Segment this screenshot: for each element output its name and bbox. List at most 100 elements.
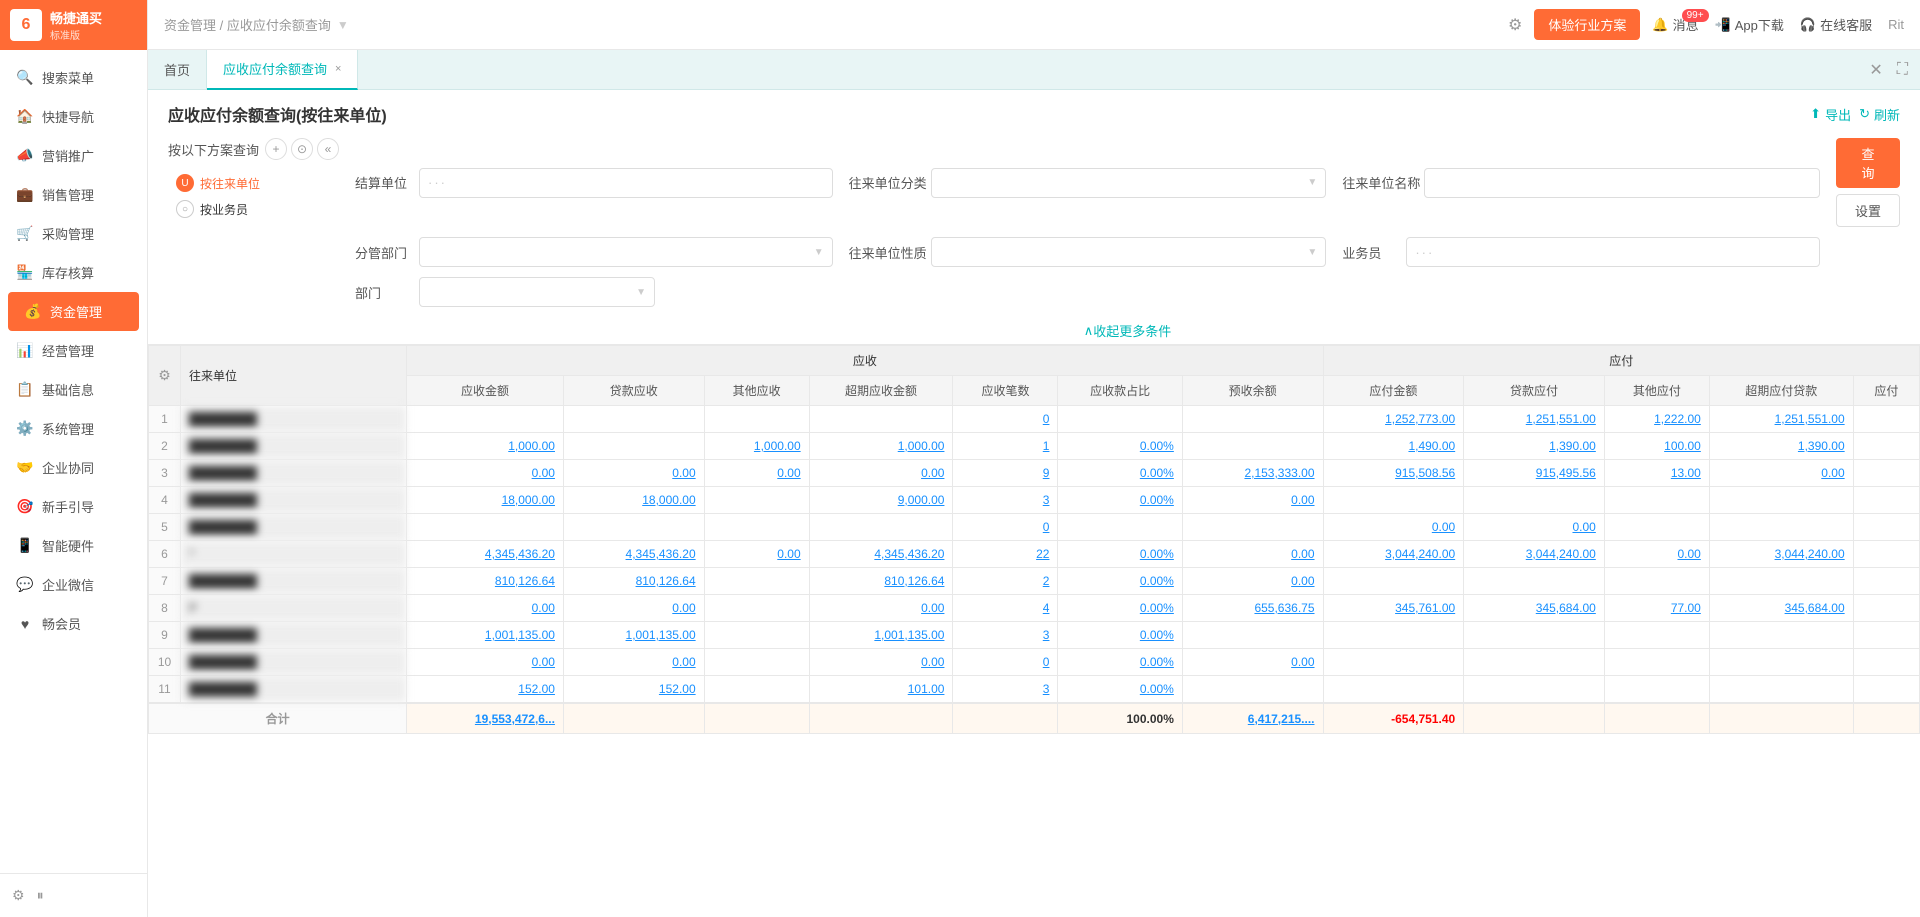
- cell-pay_overdue[interactable]: 1,390.00: [1709, 433, 1853, 460]
- cell-rec_amount[interactable]: 152.00: [407, 676, 564, 704]
- cell-pay_amount[interactable]: 1,490.00: [1323, 433, 1464, 460]
- cell-rec_other[interactable]: 0.00: [704, 460, 809, 487]
- cell-rec_amount[interactable]: 0.00: [407, 595, 564, 622]
- dept-input[interactable]: ▼: [419, 277, 655, 307]
- topbar-gear-icon[interactable]: ⚙: [1508, 15, 1522, 35]
- footer-rec-advance[interactable]: 6,417,215....: [1182, 703, 1323, 734]
- sidebar-item-guide[interactable]: 🎯 新手引导: [0, 487, 147, 526]
- tab-close-icon[interactable]: ×: [335, 63, 341, 75]
- partner-nature-input[interactable]: ▼: [931, 237, 1327, 267]
- cell-pay_amount[interactable]: 345,761.00: [1323, 595, 1464, 622]
- add-scheme-button[interactable]: +: [265, 138, 287, 160]
- cell-rec_other[interactable]: 0.00: [704, 541, 809, 568]
- cell-pay_amount[interactable]: 0.00: [1323, 514, 1464, 541]
- cell-pay_loan[interactable]: 3,044,240.00: [1464, 541, 1605, 568]
- sidebar-item-inventory[interactable]: 🏪 库存核算: [0, 253, 147, 292]
- cell-rec_loan[interactable]: 4,345,436.20: [563, 541, 704, 568]
- cell-rec_ratio[interactable]: 0.00%: [1058, 595, 1182, 622]
- cell-rec_count[interactable]: 0: [953, 406, 1058, 433]
- settlement-input[interactable]: ···: [419, 168, 833, 198]
- cell-rec_other[interactable]: 1,000.00: [704, 433, 809, 460]
- cell-pay_loan[interactable]: 345,684.00: [1464, 595, 1605, 622]
- cell-rec_ratio[interactable]: 0.00%: [1058, 460, 1182, 487]
- cell-pay_loan[interactable]: 1,251,551.00: [1464, 406, 1605, 433]
- settings-button[interactable]: 设置: [1836, 194, 1900, 227]
- app-download-button[interactable]: 📲 App下载: [1715, 15, 1784, 34]
- cell-pay_overdue[interactable]: 1,251,551.00: [1709, 406, 1853, 433]
- cell-rec_count[interactable]: 3: [953, 622, 1058, 649]
- export-button[interactable]: ⬆ 导出: [1810, 105, 1851, 124]
- settings-bottom-icon[interactable]: ⚙: [12, 887, 25, 904]
- cell-pay_amount[interactable]: 1,252,773.00: [1323, 406, 1464, 433]
- cell-rec_ratio[interactable]: 0.00%: [1058, 568, 1182, 595]
- cell-rec_advance[interactable]: 655,636.75: [1182, 595, 1323, 622]
- cell-rec_count[interactable]: 0: [953, 514, 1058, 541]
- cell-rec_advance[interactable]: 2,153,333.00: [1182, 460, 1323, 487]
- sidebar-item-system[interactable]: ⚙️ 系统管理: [0, 409, 147, 448]
- cell-rec_amount[interactable]: 0.00: [407, 649, 564, 676]
- tab-fullscreen-icon[interactable]: ⛶: [1893, 57, 1912, 83]
- cell-rec_count[interactable]: 9: [953, 460, 1058, 487]
- sidebar-item-enterprise[interactable]: 🤝 企业协同: [0, 448, 147, 487]
- cell-rec_amount[interactable]: 0.00: [407, 460, 564, 487]
- cell-rec_amount[interactable]: 1,000.00: [407, 433, 564, 460]
- partner-name-input[interactable]: [1424, 168, 1820, 198]
- tab-home[interactable]: 首页: [148, 50, 207, 90]
- cell-rec_overdue[interactable]: 9,000.00: [809, 487, 953, 514]
- cell-rec_amount[interactable]: 4,345,436.20: [407, 541, 564, 568]
- cell-rec_count[interactable]: 2: [953, 568, 1058, 595]
- sidebar-item-search[interactable]: 🔍 搜索菜单: [0, 58, 147, 97]
- cell-pay_loan[interactable]: 915,495.56: [1464, 460, 1605, 487]
- cell-pay_other[interactable]: 100.00: [1604, 433, 1709, 460]
- cell-rec_count[interactable]: 3: [953, 487, 1058, 514]
- cell-rec_loan[interactable]: 1,001,135.00: [563, 622, 704, 649]
- query-button[interactable]: 查询: [1836, 138, 1900, 188]
- cell-pay_loan[interactable]: 0.00: [1464, 514, 1605, 541]
- cell-rec_amount[interactable]: 1,001,135.00: [407, 622, 564, 649]
- messages-button[interactable]: 🔔 消息 99+: [1652, 15, 1698, 34]
- footer-rec-amount[interactable]: 19,553,472,6...: [407, 703, 564, 734]
- cell-rec_overdue[interactable]: 1,001,135.00: [809, 622, 953, 649]
- tab-close-window-icon[interactable]: ✕: [1865, 56, 1886, 84]
- cell-rec_count[interactable]: 3: [953, 676, 1058, 704]
- back-scheme-button[interactable]: «: [317, 138, 339, 160]
- settings-scheme-button[interactable]: ⊙: [291, 138, 313, 160]
- filter-option-staff[interactable]: ○ 按业务员: [168, 196, 339, 222]
- cell-rec_amount[interactable]: 810,126.64: [407, 568, 564, 595]
- cell-rec_ratio[interactable]: 0.00%: [1058, 622, 1182, 649]
- cell-rec_ratio[interactable]: 0.00%: [1058, 676, 1182, 704]
- cell-rec_advance[interactable]: 0.00: [1182, 568, 1323, 595]
- filter-collapse-button[interactable]: ∧ 收起更多条件: [355, 317, 1900, 344]
- col-settings-header[interactable]: ⚙: [149, 346, 181, 406]
- cell-pay_amount[interactable]: 3,044,240.00: [1323, 541, 1464, 568]
- sidebar-item-sales[interactable]: 💼 销售管理: [0, 175, 147, 214]
- cell-rec_ratio[interactable]: 0.00%: [1058, 433, 1182, 460]
- collapse-sidebar-icon[interactable]: ⏸: [37, 887, 44, 904]
- cell-rec_count[interactable]: 22: [953, 541, 1058, 568]
- partner-cat-input[interactable]: ▼: [931, 168, 1327, 198]
- cell-pay_other[interactable]: 0.00: [1604, 541, 1709, 568]
- cell-pay_loan[interactable]: 1,390.00: [1464, 433, 1605, 460]
- division-input[interactable]: ▼: [419, 237, 833, 267]
- cell-rec_count[interactable]: 1: [953, 433, 1058, 460]
- cell-rec_loan[interactable]: 810,126.64: [563, 568, 704, 595]
- cell-pay_other[interactable]: 13.00: [1604, 460, 1709, 487]
- breadcrumb-dropdown-icon[interactable]: ▼: [337, 18, 349, 32]
- cell-rec_ratio[interactable]: 0.00%: [1058, 541, 1182, 568]
- cell-rec_overdue[interactable]: 0.00: [809, 595, 953, 622]
- tab-query[interactable]: 应收应付余额查询 ×: [207, 50, 358, 90]
- cell-rec_loan[interactable]: 0.00: [563, 595, 704, 622]
- online-service-button[interactable]: 🎧 在线客服: [1800, 15, 1872, 34]
- filter-option-partner[interactable]: U 按往来单位: [168, 170, 339, 196]
- sidebar-item-vip[interactable]: ♥ 畅会员: [0, 604, 147, 643]
- cell-rec_loan[interactable]: 18,000.00: [563, 487, 704, 514]
- sidebar-item-finance[interactable]: 💰 资金管理: [8, 292, 139, 331]
- cta-button[interactable]: 体验行业方案: [1534, 9, 1640, 40]
- sidebar-item-wechat[interactable]: 💬 企业微信: [0, 565, 147, 604]
- cell-rec_count[interactable]: 4: [953, 595, 1058, 622]
- sidebar-item-basic[interactable]: 📋 基础信息: [0, 370, 147, 409]
- sidebar-item-operations[interactable]: 📊 经营管理: [0, 331, 147, 370]
- cell-rec_amount[interactable]: 18,000.00: [407, 487, 564, 514]
- cell-pay_other[interactable]: 77.00: [1604, 595, 1709, 622]
- cell-rec_loan[interactable]: 0.00: [563, 460, 704, 487]
